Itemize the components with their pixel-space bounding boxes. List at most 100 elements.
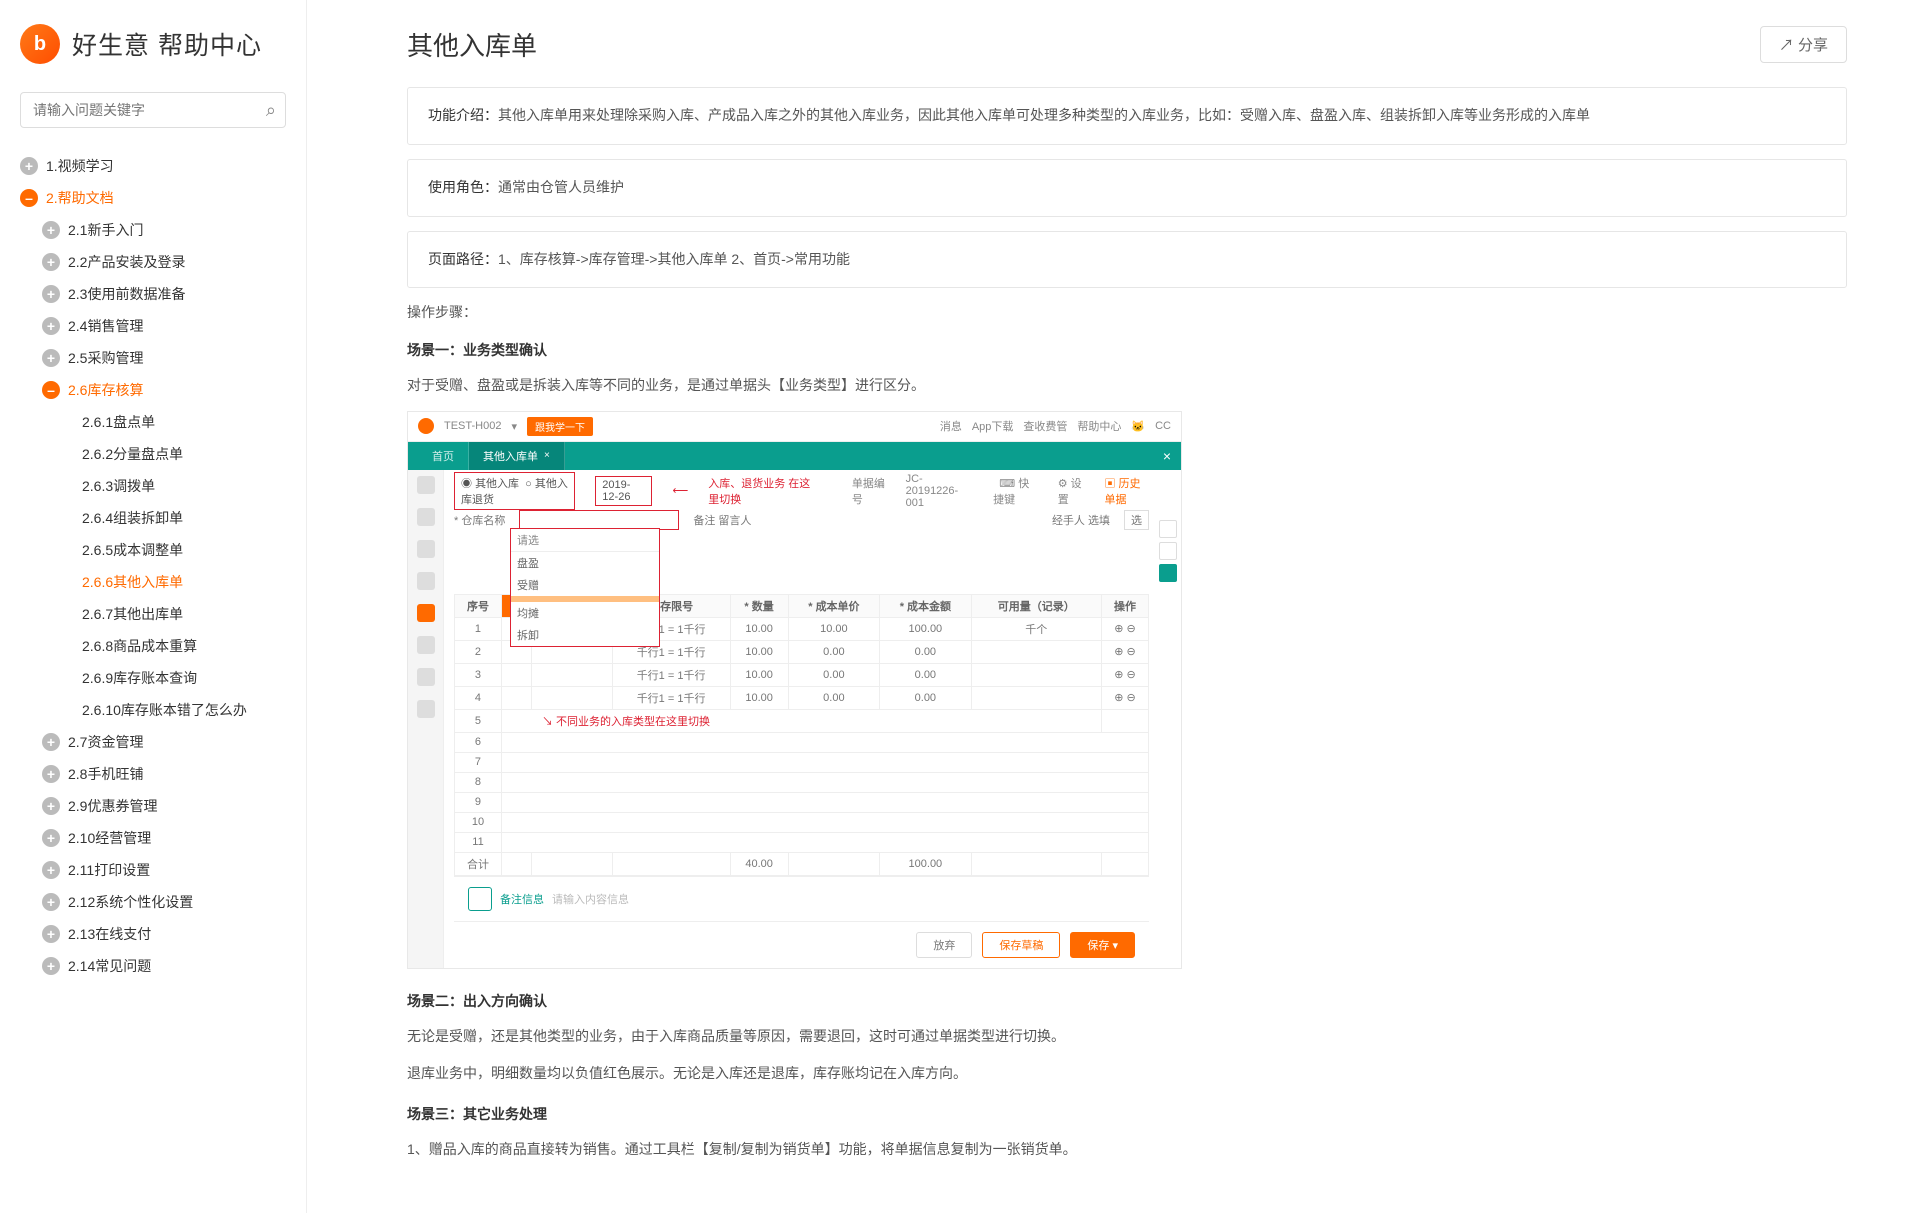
nav-2-3[interactable]: +2.3使用前数据准备 [20,278,286,310]
ss-toplink: App下载 [972,418,1014,434]
ss-dd-opt: 受赠 [511,574,659,596]
plus-icon: + [42,893,60,911]
ss-anno-mid: 不同业务的入库类型在这里切换 [556,716,710,728]
nav-label: 2.12系统个性化设置 [68,892,193,912]
intro-label: 功能介绍： [428,107,498,123]
ss-footer: 放弃 保存草稿 保存 ▾ [454,921,1149,968]
ss-tab-home: 首页 [418,442,469,470]
ss-maker: 经手人 选填 [1052,512,1110,528]
nav-label: 2.3使用前数据准备 [68,284,185,304]
ss-leftnav [408,470,444,968]
ss-dd-opt: 拆卸 [511,624,659,646]
ss-tab-active: 其他入库单× [469,442,565,470]
ss-note: 备注信息 请输入内容信息 [454,876,1149,921]
share-button[interactable]: ↗ 分享 [1760,26,1847,63]
plus-icon: + [42,285,60,303]
nav-label: 1.视频学习 [46,156,114,176]
steps-label: 操作步骤： [407,302,1847,322]
nav-2-7[interactable]: +2.7资金管理 [20,726,286,758]
nav-label: 2.6.5成本调整单 [82,540,183,560]
ss-dd-hdr: 请选 [511,529,659,552]
nav-2-6-9[interactable]: 2.6.9库存账本查询 [20,662,286,694]
ss-right-tools [1159,470,1181,968]
ss-toplink: 消息 [940,418,962,434]
search-box: ⌕ [20,92,286,128]
nav-2-6-2[interactable]: 2.6.2分量盘点单 [20,438,286,470]
nav-label: 2.6.3调拨单 [82,476,155,496]
nav-2-14[interactable]: +2.14常见问题 [20,950,286,982]
nav-label: 2.5采购管理 [68,348,143,368]
nav-label: 2.7资金管理 [68,732,143,752]
share-label: 分享 [1798,37,1828,54]
nav-label: 2.6.6其他入库单 [82,572,183,592]
nav-2-6-1[interactable]: 2.6.1盘点单 [20,406,286,438]
sidebar: b 好生意 帮助中心 ⌕ +1.视频学习 –2.帮助文档 +2.1新手入门 +2… [0,0,307,1213]
nav-label: 2.6.2分量盘点单 [82,444,183,464]
nav-2-4[interactable]: +2.4销售管理 [20,310,286,342]
nav-2-12[interactable]: +2.12系统个性化设置 [20,886,286,918]
nav-2-1[interactable]: +2.1新手入门 [20,214,286,246]
nav-2-6-5[interactable]: 2.6.5成本调整单 [20,534,286,566]
plus-icon: + [42,925,60,943]
nav-label: 2.6.8商品成本重算 [82,636,197,656]
page-title: 其他入库单 [407,26,537,63]
main-content: 其他入库单 ↗ 分享 功能介绍：其他入库单用来处理除采购入库、产成品入库之外的其… [307,0,1907,1213]
plus-icon: + [42,957,60,975]
nav-2-6[interactable]: –2.6库存核算 [20,374,286,406]
nav-2-6-4[interactable]: 2.6.4组装拆卸单 [20,502,286,534]
nav-2-6-8[interactable]: 2.6.8商品成本重算 [20,630,286,662]
nav-2-11[interactable]: +2.11打印设置 [20,854,286,886]
ss-dd-opt: 均摊 [511,602,659,624]
site-logo[interactable]: b 好生意 帮助中心 [20,24,286,64]
ss-docno: JC-20191226-001 [906,473,974,509]
ss-toplink: CC [1155,420,1171,432]
nav-label: 2.2产品安装及登录 [68,252,185,272]
ss-toplink: 查收费管 [1023,418,1067,434]
role-text: 通常由仓管人员维护 [498,179,624,195]
search-icon[interactable]: ⌕ [266,100,276,121]
path-box: 页面路径：1、库存核算->库存管理->其他入库单 2、首页->常用功能 [407,231,1847,289]
role-label: 使用角色： [428,179,498,195]
nav-2-9[interactable]: +2.9优惠券管理 [20,790,286,822]
plus-icon: + [42,829,60,847]
nav-label: 2.6.7其他出库单 [82,604,183,624]
path-label: 页面路径： [428,251,498,267]
nav-label: 2.6.10库存账本错了怎么办 [82,700,247,720]
ss-toplink: 帮助中心 [1077,418,1121,434]
ss-discard: 放弃 [916,932,972,958]
ss-draft: 保存草稿 [982,932,1060,958]
path-text: 1、库存核算->库存管理->其他入库单 2、首页->常用功能 [498,251,850,267]
nav-2-6-3[interactable]: 2.6.3调拨单 [20,470,286,502]
search-input[interactable] [20,92,286,128]
nav-label: 2.8手机旺铺 [68,764,143,784]
plus-icon: + [42,797,60,815]
nav-label: 2.6库存核算 [68,380,143,400]
nav-label: 2.帮助文档 [46,188,114,208]
scene1-body: 对于受赠、盘盈或是拆装入库等不同的业务，是通过单据头【业务类型】进行区分。 [407,372,1847,399]
site-title: 好生意 帮助中心 [72,26,262,62]
nav-2-5[interactable]: +2.5采购管理 [20,342,286,374]
nav-2-6-6[interactable]: 2.6.6其他入库单 [20,566,286,598]
nav-label: 2.1新手入门 [68,220,143,240]
ss-topbar: TEST-H002 ▾ 跟我学一下 消息 App下载 查收费管 帮助中心 🐱 C… [408,412,1181,442]
nav-video[interactable]: +1.视频学习 [20,150,286,182]
nav-label: 2.13在线支付 [68,924,151,944]
nav-label: 2.6.1盘点单 [82,412,155,432]
plus-icon: + [42,317,60,335]
scene1-title: 场景一：业务类型确认 [407,340,1847,360]
nav-2-8[interactable]: +2.8手机旺铺 [20,758,286,790]
nav-2-6-7[interactable]: 2.6.7其他出库单 [20,598,286,630]
nav-docs[interactable]: –2.帮助文档 [20,182,286,214]
scene2-body1: 无论是受赠，还是其他类型的业务，由于入库商品质量等原因，需要退回，这时可通过单据… [407,1023,1847,1050]
scene2-body2: 退库业务中，明细数量均以负值红色展示。无论是入库还是退库，库存账均记在入库方向。 [407,1060,1847,1087]
nav-2-6-10[interactable]: 2.6.10库存账本错了怎么办 [20,694,286,726]
intro-box: 功能介绍：其他入库单用来处理除采购入库、产成品入库之外的其他入库业务，因此其他入… [407,87,1847,145]
nav-2-2[interactable]: +2.2产品安装及登录 [20,246,286,278]
plus-icon: + [20,157,38,175]
nav-2-10[interactable]: +2.10经营管理 [20,822,286,854]
nav-2-13[interactable]: +2.13在线支付 [20,918,286,950]
scene2-title: 场景二：出入方向确认 [407,991,1847,1011]
ss-anno-top: 入库、退货业务 在这里切换 [708,475,812,507]
plus-icon: + [42,349,60,367]
nav-label: 2.14常见问题 [68,956,151,976]
